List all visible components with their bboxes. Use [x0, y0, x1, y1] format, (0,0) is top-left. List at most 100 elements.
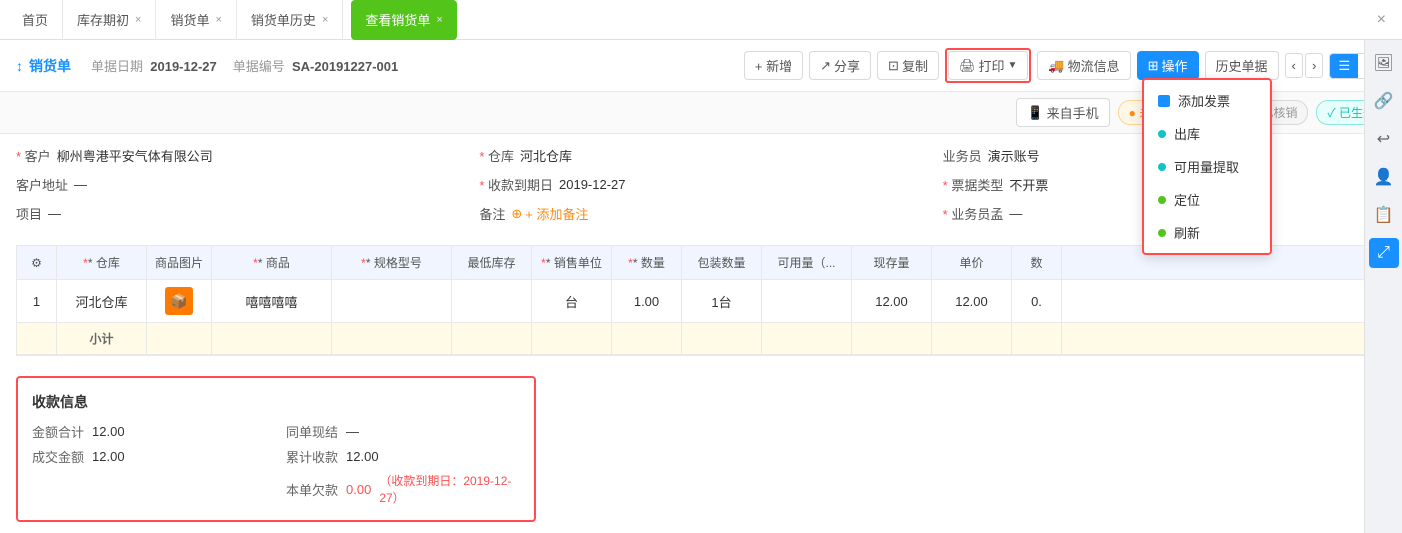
dropdown-locate[interactable]: 定位: [1144, 183, 1270, 216]
note-field: 备注 ⊕ + 添加备注: [479, 204, 922, 223]
payment-overdue-label: 本单欠款: [286, 480, 338, 499]
prev-button[interactable]: ‹: [1285, 53, 1303, 78]
refresh-icon: [1158, 229, 1166, 237]
main-content: ↕ 销货单 单据日期 2019-12-27 单据编号 SA-20191227-0…: [0, 40, 1402, 533]
view-list[interactable]: ☰: [1330, 54, 1358, 78]
history-button-label: 历史单据: [1216, 56, 1268, 75]
payment-deal-label: 成交金额: [32, 447, 84, 466]
th-spec: * 规格型号: [332, 246, 452, 279]
td-seq: 1: [17, 280, 57, 322]
payment-overdue-note: （收款到期日：2019-12-27）: [379, 472, 520, 506]
td-spec: [332, 280, 452, 322]
new-button[interactable]: + 新增: [744, 51, 803, 80]
print-button[interactable]: 🖨 打印 ▼: [948, 51, 1028, 80]
tab-history-close[interactable]: ×: [322, 14, 328, 26]
th-product: * 商品: [212, 246, 332, 279]
history-button[interactable]: 历史单据: [1205, 51, 1279, 80]
phone-button[interactable]: 📱 来自手机: [1016, 98, 1109, 127]
dropdown-add-invoice[interactable]: 添加发票: [1144, 84, 1270, 117]
customer-value: 柳州粤港平安气体有限公司: [57, 146, 213, 165]
td-warehouse: 河北仓库: [57, 280, 147, 322]
tab-sales-order[interactable]: 销货单 ×: [156, 0, 236, 40]
td-subtotal-label: [17, 323, 57, 354]
project-label: 项目: [16, 204, 42, 223]
dropdown-refresh[interactable]: 刷新: [1144, 216, 1270, 249]
tab-inventory-init[interactable]: 库存期初 ×: [63, 0, 156, 40]
sidebar-image-icon[interactable]: 🖼: [1369, 48, 1399, 78]
ticket-label: 票据类型: [943, 175, 1004, 194]
td-price: 12.00: [932, 280, 1012, 322]
td-subtotal-prod: [212, 323, 332, 354]
salesperson2-value: —: [1009, 206, 1022, 221]
share-button-label: 分享: [834, 56, 860, 75]
payment-deal-row: 成交金额 12.00: [32, 447, 266, 466]
note-label: 备注: [479, 204, 505, 223]
dropdown-outbound[interactable]: 出库: [1144, 117, 1270, 150]
td-subtotal-qty: [612, 323, 682, 354]
copy-icon: ⊡: [888, 58, 899, 74]
salesperson-value: 演示账号: [988, 146, 1040, 165]
tab-inventory-close[interactable]: ×: [135, 14, 141, 26]
sidebar-user-icon[interactable]: 👤: [1369, 162, 1399, 192]
tab-home[interactable]: 首页: [8, 0, 63, 40]
tab-home-label: 首页: [22, 10, 48, 29]
operations-button[interactable]: ⊞ 操作: [1137, 51, 1199, 80]
td-subtotal-price: [932, 323, 1012, 354]
tab-sales-close[interactable]: ×: [215, 14, 221, 26]
th-pack: 包装数量: [682, 246, 762, 279]
sidebar-clipboard-icon[interactable]: 📋: [1369, 200, 1399, 230]
add-invoice-icon: [1158, 95, 1170, 107]
pending-dot: ●: [1129, 106, 1136, 120]
warehouse-label: 仓库: [479, 146, 514, 165]
project-field: 项目 —: [16, 204, 459, 223]
share-button[interactable]: ↗ 分享: [809, 51, 871, 80]
copy-button[interactable]: ⊡ 复制: [877, 51, 939, 80]
table-row: 1 河北仓库 📦 嘻嘻嘻嘻 台 1.00 1台 12.00 12.00 0.: [17, 280, 1385, 323]
address-field: 客户地址 —: [16, 175, 459, 194]
payment-cum-value: 12.00: [346, 449, 379, 464]
tab-view-close[interactable]: ×: [436, 14, 442, 26]
logistics-icon: 🚚: [1048, 58, 1064, 74]
logistics-button[interactable]: 🚚 物流信息: [1037, 51, 1130, 80]
customer-label: 客户: [16, 146, 51, 165]
phone-icon: 📱: [1027, 105, 1043, 121]
dropdown-avail-extract[interactable]: 可用量提取: [1144, 150, 1270, 183]
next-button[interactable]: ›: [1305, 53, 1323, 78]
form-meta: 单据日期 2019-12-27 单据编号 SA-20191227-001: [91, 56, 398, 75]
tab-sales-label: 销货单: [170, 10, 209, 29]
th-gear[interactable]: ⚙: [17, 246, 57, 279]
outbound-label: 出库: [1174, 124, 1200, 143]
locate-icon: [1158, 196, 1166, 204]
td-pack: 1台: [682, 280, 762, 322]
phone-button-label: 来自手机: [1047, 103, 1099, 122]
sidebar-expand-icon[interactable]: ⤢: [1369, 238, 1399, 268]
close-all-button[interactable]: ×: [1369, 11, 1394, 29]
ticket-value: 不开票: [1009, 175, 1048, 194]
td-avail: [762, 280, 852, 322]
sidebar-link-icon[interactable]: 🔗: [1369, 86, 1399, 116]
sidebar-undo-icon[interactable]: ↩: [1369, 124, 1399, 154]
right-sidebar: 🖼 🔗 ↩ 👤 📋 ⤢: [1364, 40, 1402, 533]
payment-cumulative-row: 累计收款 12.00: [286, 447, 520, 466]
td-subtotal-pack: [682, 323, 762, 354]
payment-total-label: 金额合计: [32, 422, 84, 441]
no-value: SA-20191227-001: [292, 59, 398, 74]
outbound-icon: [1158, 130, 1166, 138]
th-avail: 可用量（...: [762, 246, 852, 279]
no-label: 单据编号 SA-20191227-001: [233, 56, 399, 75]
operations-button-label: 操作: [1162, 56, 1188, 75]
tab-view-sales[interactable]: 查看销货单 ×: [351, 0, 456, 40]
payment-cum-label: 累计收款: [286, 447, 338, 466]
payment-overdue-value: 0.00: [346, 482, 371, 497]
print-arrow: ▼: [1007, 60, 1017, 71]
warehouse-field: 仓库 河北仓库: [479, 146, 922, 165]
td-qty: 1.00: [612, 280, 682, 322]
no-label-text: 单据编号: [233, 59, 285, 74]
add-note-button[interactable]: ⊕ + 添加备注: [511, 204, 588, 223]
td-subtotal-spec: [332, 323, 452, 354]
td-product: 嘻嘻嘻嘻: [212, 280, 332, 322]
tab-view-label: 查看销货单: [365, 10, 430, 29]
tab-sales-history[interactable]: 销货单历史 ×: [237, 0, 343, 40]
payment-deal-value: 12.00: [92, 449, 125, 464]
add-note-label: + 添加备注: [525, 204, 588, 223]
